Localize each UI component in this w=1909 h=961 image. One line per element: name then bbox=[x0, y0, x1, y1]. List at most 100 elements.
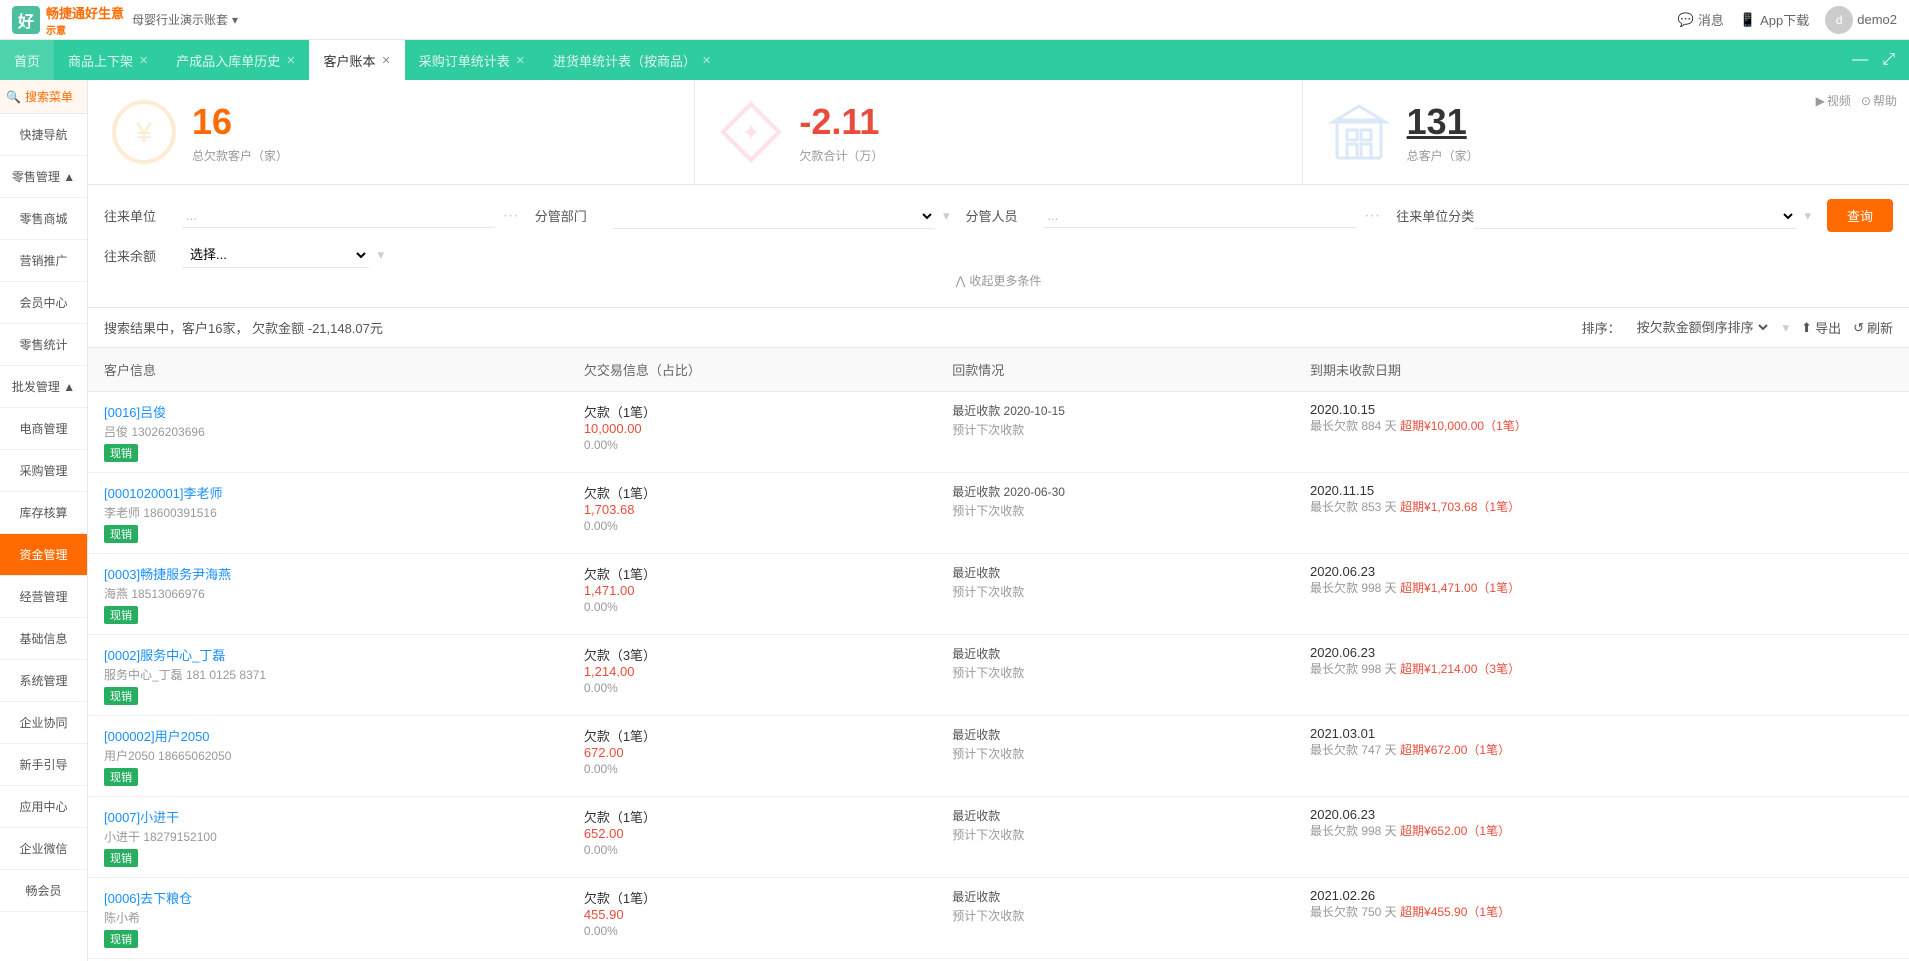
filter-label-balance: 往来余额 bbox=[104, 246, 174, 265]
sidebar-item-members[interactable]: 会员中心 bbox=[0, 282, 87, 324]
chevron-down-icon: ▾ bbox=[943, 208, 950, 224]
tab-goods-stats[interactable]: 进货单统计表（按商品） ✕ bbox=[539, 40, 725, 80]
overdue-amount[interactable]: 超期¥672.00（1笔） bbox=[1400, 743, 1510, 757]
tab-customer-account[interactable]: 客户账本 ✕ bbox=[309, 40, 404, 80]
sidebar-item-member-vip[interactable]: 畅会员 bbox=[0, 870, 87, 912]
sidebar-item-ecommerce[interactable]: 电商管理 bbox=[0, 408, 87, 450]
table-row: [0007]小进干 小进干 18279152100 现销 欠款（1笔） 652.… bbox=[88, 797, 1909, 878]
debt-pct: 0.00% bbox=[584, 762, 920, 776]
cell-debt-info: 欠款（1笔） 1,703.68 0.00% bbox=[568, 473, 936, 554]
video-btn[interactable]: ▶ 视频 bbox=[1816, 92, 1851, 109]
tab-goods-stats-label: 进货单统计表（按商品） bbox=[553, 51, 696, 70]
close-icon[interactable]: ✕ bbox=[702, 54, 711, 67]
sidebar-item-system[interactable]: 系统管理 bbox=[0, 660, 87, 702]
last-collect: 最近收款 bbox=[952, 726, 1278, 743]
results-actions: 排序： 按欠款金额倒序排序 ▾ ⬆ 导出 ↺ 刷新 bbox=[1582, 318, 1893, 337]
tab-purchase-stats[interactable]: 采购订单统计表 ✕ bbox=[405, 40, 539, 80]
sidebar-item-basic-info[interactable]: 基础信息 bbox=[0, 618, 87, 660]
overdue-amount[interactable]: 超期¥652.00（1笔） bbox=[1400, 824, 1510, 838]
tab-products-listing[interactable]: 商品上下架 ✕ bbox=[54, 40, 162, 80]
sidebar-item-collab[interactable]: 企业协同 bbox=[0, 702, 87, 744]
customer-sub: 吕俊 13026203696 bbox=[104, 423, 552, 440]
sidebar-item-finance[interactable]: 资金管理 bbox=[0, 534, 87, 576]
tab-production-history[interactable]: 产成品入库单历史 ✕ bbox=[162, 40, 309, 80]
company-selector[interactable]: 母婴行业演示账套 ▾ bbox=[132, 11, 238, 28]
overdue-summary: 最长欠款 884 天 超期¥10,000.00（1笔） bbox=[1310, 417, 1893, 434]
customer-name-link[interactable]: [0007]小进干 bbox=[104, 810, 179, 825]
source-unit-input[interactable] bbox=[182, 204, 495, 228]
debt-amount: 1,471.00 bbox=[584, 583, 920, 598]
message-btn[interactable]: 💬 消息 bbox=[1678, 10, 1724, 29]
debt-label: 欠款（3笔） bbox=[584, 645, 920, 664]
close-icon[interactable]: ✕ bbox=[516, 54, 525, 67]
sidebar-item-retail-stats[interactable]: 零售统计 bbox=[0, 324, 87, 366]
debt-amount: 1,703.68 bbox=[584, 502, 920, 517]
cell-overdue: 2021.03.01 最长欠款 747 天 超期¥672.00（1笔） bbox=[1294, 716, 1909, 797]
sidebar-item-operations[interactable]: 经营管理 bbox=[0, 576, 87, 618]
overdue-amount[interactable]: 超期¥1,471.00（1笔） bbox=[1400, 581, 1520, 595]
sidebar-item-retail-store[interactable]: 零售商城 bbox=[0, 198, 87, 240]
sidebar-item-app-center[interactable]: 应用中心 bbox=[0, 786, 87, 828]
close-icon[interactable]: ✕ bbox=[139, 54, 148, 67]
th-debt-info: 欠交易信息（占比） bbox=[568, 348, 936, 392]
balance-select[interactable]: 选择... bbox=[182, 242, 369, 268]
department-select[interactable] bbox=[613, 203, 935, 229]
overdue-summary: 最长欠款 998 天 超期¥1,214.00（3笔） bbox=[1310, 660, 1893, 677]
refresh-btn[interactable]: ↺ 刷新 bbox=[1853, 318, 1893, 337]
customer-name-link[interactable]: [0006]去下粮仓 bbox=[104, 891, 192, 906]
table-row: [000002]用户2050 用户2050 18665062050 现销 欠款（… bbox=[88, 716, 1909, 797]
debt-amount: 10,000.00 bbox=[584, 421, 920, 436]
sidebar-item-inventory[interactable]: 库存核算 bbox=[0, 492, 87, 534]
customer-name-link[interactable]: [0002]服务中心_丁磊 bbox=[104, 648, 225, 663]
customer-tag: 现销 bbox=[104, 606, 138, 624]
customer-name-link[interactable]: [0016]吕俊 bbox=[104, 405, 166, 420]
sidebar-item-purchase[interactable]: 采购管理 bbox=[0, 450, 87, 492]
sidebar-search-label: 搜索菜单 bbox=[25, 88, 73, 105]
sidebar-search[interactable]: 🔍 搜索菜单 bbox=[0, 80, 87, 114]
refresh-icon: ↺ bbox=[1853, 320, 1864, 336]
overdue-amount[interactable]: 超期¥1,214.00（3笔） bbox=[1400, 662, 1520, 676]
due-date: 2021.02.26 bbox=[1310, 888, 1893, 903]
export-btn[interactable]: ⬆ 导出 bbox=[1801, 318, 1841, 337]
cell-collection: 最近收款 预计下次收款 bbox=[936, 797, 1294, 878]
overdue-amount[interactable]: 超期¥10,000.00（1笔） bbox=[1400, 419, 1527, 433]
search-button[interactable]: 查询 bbox=[1827, 199, 1893, 232]
customer-name-link[interactable]: [0003]畅捷服务尹海燕 bbox=[104, 567, 231, 582]
close-icon[interactable]: ✕ bbox=[382, 54, 391, 67]
sidebar-item-guide[interactable]: 新手引导 bbox=[0, 744, 87, 786]
source-unit-more-icon[interactable]: ··· bbox=[503, 207, 519, 225]
filter-section: 往来单位 ··· 分管部门 ▾ 分管人员 ··· bbox=[88, 185, 1909, 308]
tab-minimize-btn[interactable]: — bbox=[1848, 47, 1872, 73]
customer-name-link[interactable]: [000002]用户2050 bbox=[104, 729, 210, 744]
overdue-amount[interactable]: 超期¥1,703.68（1笔） bbox=[1400, 500, 1520, 514]
filter-label-person: 分管人员 bbox=[966, 206, 1036, 225]
tab-maximize-btn[interactable]: ⤢ bbox=[1878, 47, 1899, 73]
sidebar-item-retail-mgmt[interactable]: 零售管理 ▲ bbox=[0, 156, 87, 198]
sidebar-item-wholesale[interactable]: 批发管理 ▲ bbox=[0, 366, 87, 408]
close-icon[interactable]: ✕ bbox=[286, 54, 295, 67]
refresh-label: 刷新 bbox=[1867, 318, 1893, 337]
overdue-amount[interactable]: 超期¥455.90（1笔） bbox=[1400, 905, 1510, 919]
collapse-btn[interactable]: ⋀ 收起更多条件 bbox=[104, 272, 1893, 289]
customer-tag: 现销 bbox=[104, 849, 138, 867]
cell-overdue: 2020.06.23 最长欠款 998 天 超期¥1,214.00（3笔） bbox=[1294, 635, 1909, 716]
th-overdue: 到期未收款日期 bbox=[1294, 348, 1909, 392]
sidebar-item-marketing[interactable]: 营销推广 bbox=[0, 240, 87, 282]
person-more-icon[interactable]: ··· bbox=[1364, 207, 1380, 225]
cell-overdue: 2020.06.23 最长欠款 998 天 超期¥652.00（1笔） bbox=[1294, 797, 1909, 878]
sort-select[interactable]: 按欠款金额倒序排序 bbox=[1633, 319, 1771, 336]
customer-tag: 现销 bbox=[104, 687, 138, 705]
cell-customer-info: [0016]吕俊 吕俊 13026203696 现销 bbox=[88, 392, 568, 473]
app-download-label: App下载 bbox=[1760, 10, 1809, 29]
cell-collection: 最近收款 预计下次收款 bbox=[936, 716, 1294, 797]
tab-bar-actions: — ⤢ bbox=[1848, 47, 1909, 73]
user-btn[interactable]: d demo2 bbox=[1825, 6, 1897, 34]
sidebar-item-weixin[interactable]: 企业微信 bbox=[0, 828, 87, 870]
customer-name-link[interactable]: [0001020001]李老师 bbox=[104, 486, 223, 501]
person-input[interactable] bbox=[1044, 204, 1357, 228]
app-download-btn[interactable]: 📱 App下载 bbox=[1740, 10, 1809, 29]
unit-category-select[interactable] bbox=[1474, 203, 1796, 229]
help-btn[interactable]: ⊙ 帮助 bbox=[1861, 92, 1897, 109]
sidebar-item-quick-nav[interactable]: 快捷导航 bbox=[0, 114, 87, 156]
tab-home[interactable]: 首页 bbox=[0, 40, 54, 80]
